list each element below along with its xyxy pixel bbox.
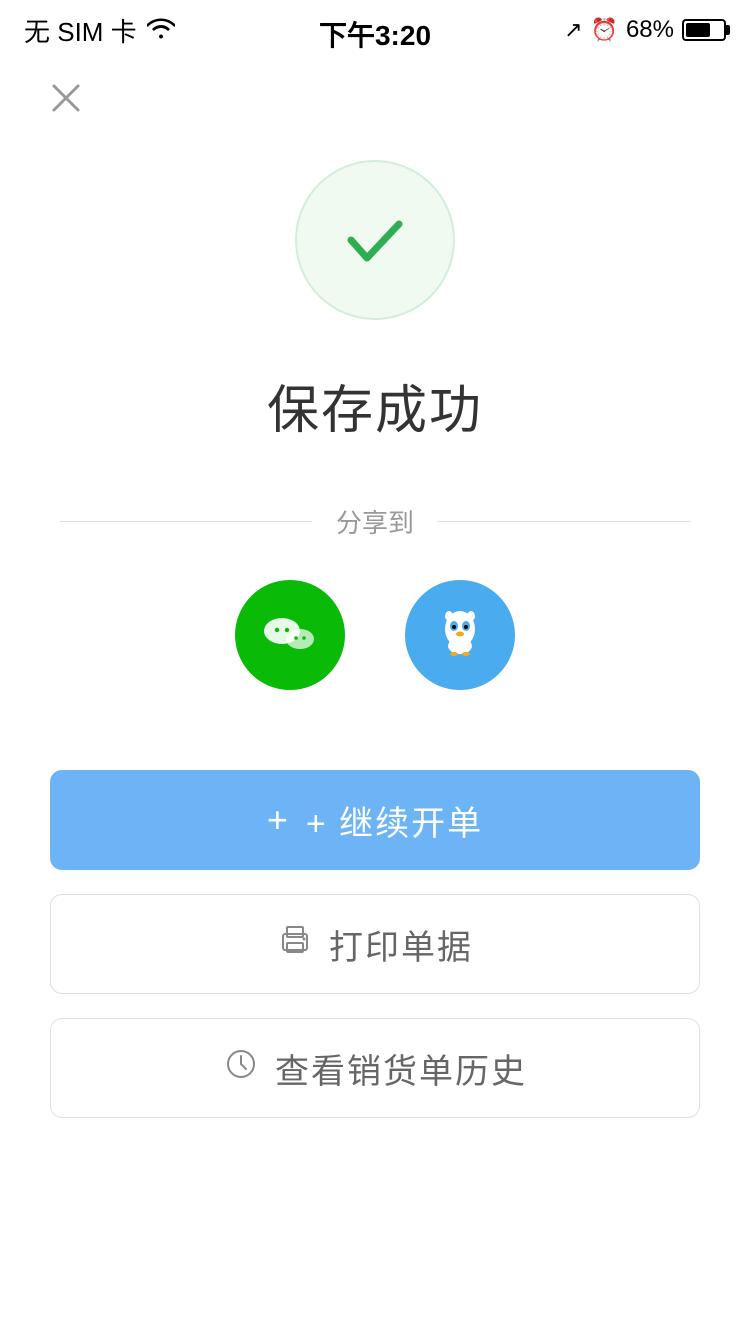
share-divider: 分享到 [0,503,750,540]
status-bar: 无 SIM 卡 下午3:20 ↗ ⏰ 68% [0,0,750,60]
status-right: ↗ ⏰ 68% [564,16,726,44]
print-button[interactable]: 打印单据 [50,894,700,994]
print-icon [277,922,313,967]
location-icon: ↗ [564,17,582,43]
share-label: 分享到 [312,503,438,540]
divider-left [60,521,312,522]
no-sim-text: 无 SIM 卡 [24,12,137,49]
success-title: 保存成功 [267,368,483,443]
status-time: 下午3:20 [319,14,431,54]
history-label: 查看销货单历史 [275,1044,527,1093]
wifi-icon [147,15,175,46]
divider-right [438,521,690,522]
close-button[interactable] [40,72,92,124]
history-icon [223,1046,259,1091]
continue-label: + 继续开单 [306,796,483,845]
qq-share-button[interactable] [405,580,515,690]
status-left: 无 SIM 卡 [24,12,175,49]
alarm-icon: ⏰ [591,17,618,43]
continue-button[interactable]: + + 继续开单 [50,770,700,870]
wechat-share-button[interactable] [235,580,345,690]
share-icons-row [235,580,515,690]
battery-percent: 68% [626,16,674,44]
main-content: 保存成功 分享到 [0,60,750,1118]
plus-icon: + [267,799,290,841]
action-buttons: + + 继续开单 打印单据 查看销货单历 [0,770,750,1118]
print-label: 打印单据 [329,920,473,969]
history-button[interactable]: 查看销货单历史 [50,1018,700,1118]
success-icon-circle [295,160,455,320]
battery-icon [682,19,726,41]
